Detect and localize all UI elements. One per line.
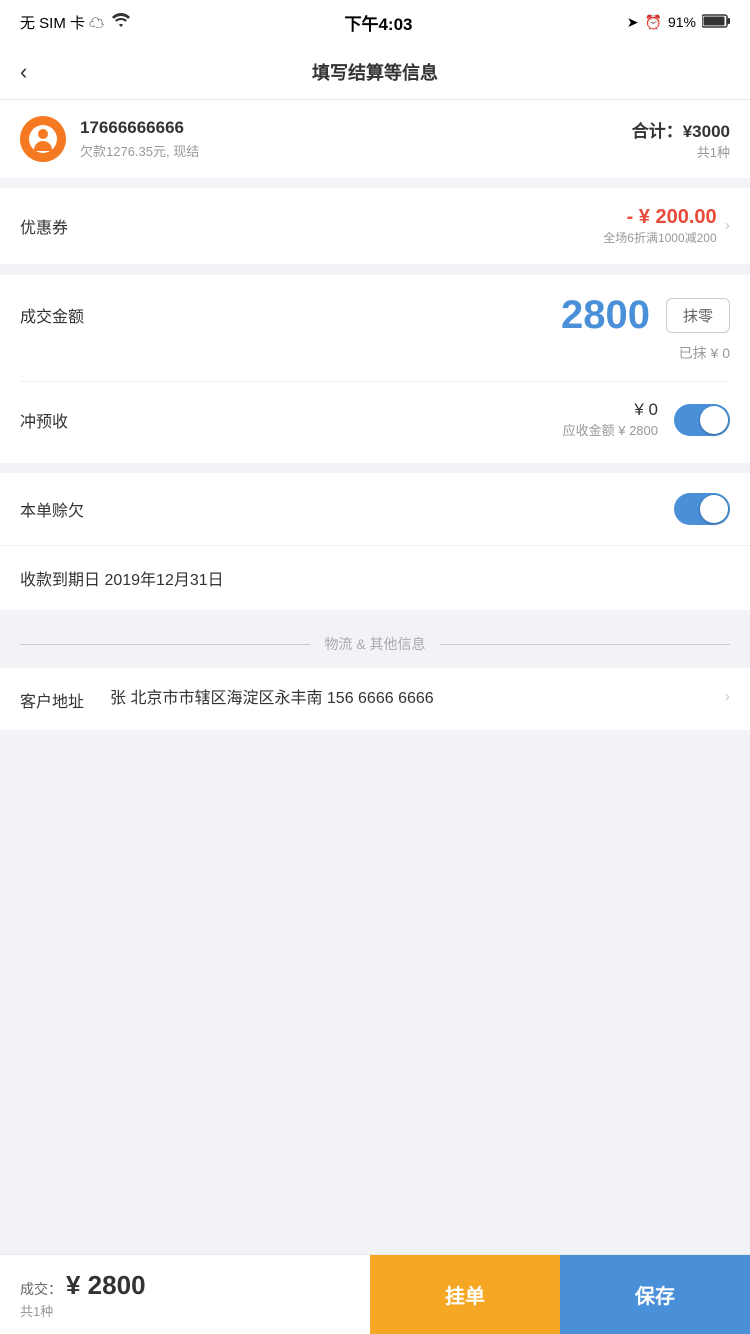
bottom-spacer (0, 730, 750, 890)
footer-amount: ¥ 2800 (66, 1270, 146, 1301)
logistics-line-left (20, 644, 310, 645)
debt-section: 本单赊欠 (0, 473, 750, 545)
chevron-right-icon: › (725, 217, 730, 235)
customer-info: 17666666666 欠款1276.35元, 现结 (80, 118, 199, 160)
save-button[interactable]: 保存 (560, 1255, 750, 1334)
status-left: 无 SIM 卡 ☁ (20, 12, 130, 33)
coupon-value-area: - ¥ 200.00 全场6折满1000减200 (603, 206, 716, 246)
debt-toggle-thumb (700, 495, 728, 523)
address-label: 客户地址 (20, 688, 100, 712)
erased-row: 已抹 ¥ 0 (20, 343, 730, 382)
status-bar: 无 SIM 卡 ☁ 下午4:03 ➤ ⏰ 91% (0, 0, 750, 44)
duedate-text: 收款到期日 2019年12月31日 (20, 572, 224, 589)
transaction-amount-area: 2800 抹零 (561, 295, 730, 335)
hang-button[interactable]: 挂单 (370, 1255, 560, 1334)
advance-right: ¥ 0 应收金额 ¥ 2800 (563, 400, 730, 439)
customer-phone: 17666666666 (80, 118, 199, 138)
total-count: 共1种 (632, 142, 730, 161)
advance-amount-area: ¥ 0 应收金额 ¥ 2800 (563, 400, 658, 439)
customer-left: 17666666666 欠款1276.35元, 现结 (20, 116, 199, 162)
wifi-icon (112, 13, 130, 31)
toggle-thumb (700, 406, 728, 434)
nav-bar: ‹ 填写结算等信息 (0, 44, 750, 100)
avatar (20, 116, 66, 162)
customer-debt: 欠款1276.35元, 现结 (80, 141, 199, 160)
advance-label: 冲预收 (20, 408, 68, 432)
customer-section: 17666666666 欠款1276.35元, 现结 合计：¥3000 共1种 (0, 100, 750, 178)
logistics-label: 物流 & 其他信息 (324, 634, 425, 654)
logistics-line-right (440, 644, 730, 645)
debt-toggle[interactable] (674, 493, 730, 525)
coupon-right: - ¥ 200.00 全场6折满1000减200 › (603, 206, 730, 246)
battery-icon (702, 14, 730, 31)
battery-label: 91% (668, 14, 696, 30)
transaction-section: 成交金额 2800 抹零 已抹 ¥ 0 (0, 275, 750, 382)
coupon-desc: 全场6折满1000减200 (603, 229, 716, 246)
footer-deal-label: 成交： (20, 1279, 62, 1299)
advance-row: 冲预收 ¥ 0 应收金额 ¥ 2800 (20, 382, 730, 445)
advance-section: 冲预收 ¥ 0 应收金额 ¥ 2800 (0, 382, 750, 463)
logistics-header: 物流 & 其他信息 (0, 620, 750, 668)
avatar-inner (29, 125, 57, 153)
back-button[interactable]: ‹ (20, 55, 35, 89)
advance-toggle[interactable] (674, 404, 730, 436)
page-title: 填写结算等信息 (312, 59, 438, 85)
total-amount: 合计：¥3000 (632, 117, 730, 142)
alarm-icon: ⏰ (645, 14, 662, 31)
coupon-amount: - ¥ 200.00 (627, 206, 717, 229)
customer-right: 合计：¥3000 共1种 (632, 117, 730, 161)
divider-3 (0, 610, 750, 620)
advance-amount: ¥ 0 (563, 400, 658, 420)
sim-label: 无 SIM 卡 ☁ (20, 12, 104, 33)
footer: 成交： ¥ 2800 共1种 挂单 保存 (0, 1254, 750, 1334)
address-chevron-icon: › (725, 688, 730, 706)
round-button[interactable]: 抹零 (666, 298, 730, 333)
coupon-section[interactable]: 优惠券 - ¥ 200.00 全场6折满1000减200 › (0, 188, 750, 265)
status-right: ➤ ⏰ 91% (627, 14, 730, 31)
divider-2 (0, 463, 750, 473)
receivable-label: 应收金额 ¥ 2800 (563, 420, 658, 439)
location-icon: ➤ (627, 14, 639, 31)
footer-count: 共1种 (20, 1301, 350, 1320)
footer-info: 成交： ¥ 2800 共1种 (0, 1270, 370, 1320)
transaction-label: 成交金额 (20, 303, 84, 327)
transaction-amount: 2800 (561, 295, 650, 335)
coupon-label: 优惠券 (20, 214, 68, 238)
address-value: 张 北京市市辖区海淀区永丰南 156 6666 6666 (110, 686, 715, 712)
transaction-row: 成交金额 2800 抹零 (20, 275, 730, 343)
address-section[interactable]: 客户地址 张 北京市市辖区海淀区永丰南 156 6666 6666 › (0, 668, 750, 730)
debt-label: 本单赊欠 (20, 497, 84, 521)
status-time: 下午4:03 (344, 10, 412, 35)
duedate-section: 收款到期日 2019年12月31日 (0, 545, 750, 610)
divider-1 (0, 265, 750, 275)
